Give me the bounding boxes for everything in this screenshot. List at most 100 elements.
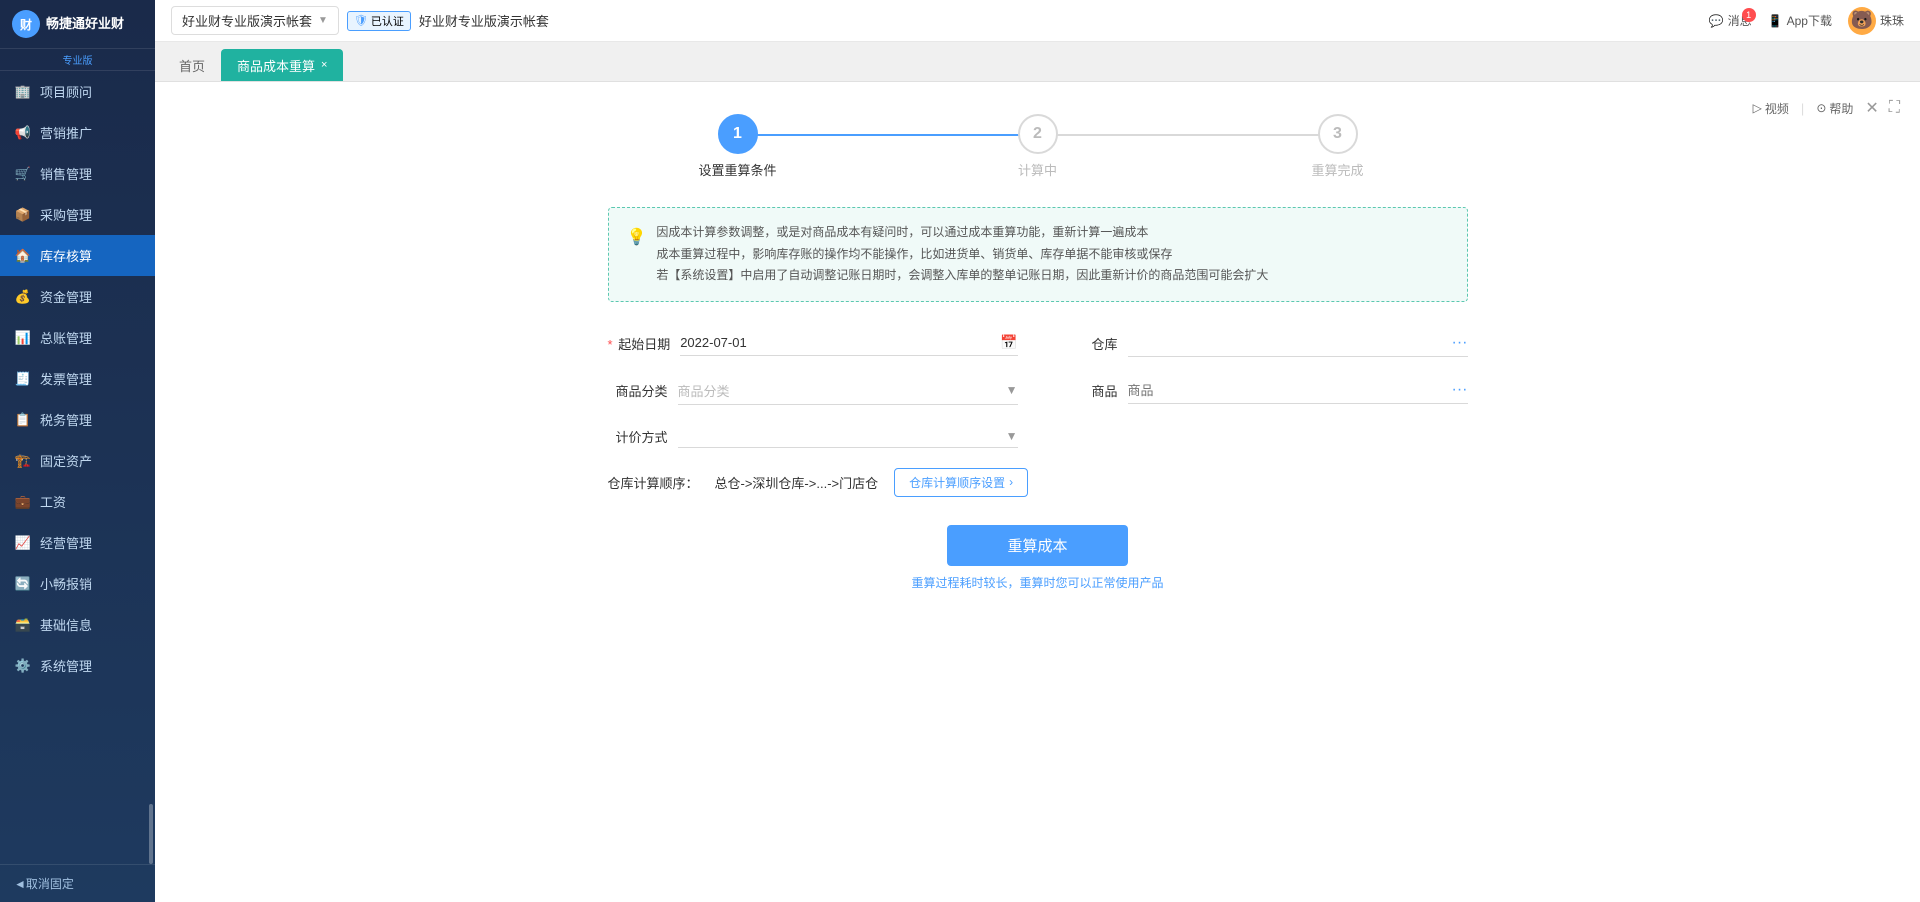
category-chevron-icon: ▼ [1006, 383, 1018, 397]
window-controls: ✕ ⛶ [1865, 98, 1900, 118]
category-label: 商品分类 [608, 381, 668, 400]
warehouse-input[interactable] [1128, 335, 1452, 350]
sidebar-item-base[interactable]: 🗃️ 基础信息 [0, 604, 155, 645]
calendar-icon[interactable]: 📅 [1000, 334, 1017, 351]
step-circle-2: 2 [1018, 114, 1058, 154]
sidebar-label-sales: 销售管理 [40, 164, 92, 183]
sidebar-label-tax: 税务管理 [40, 410, 92, 429]
goods-input-wrap[interactable]: ··· [1128, 377, 1468, 404]
goods-dots-button[interactable]: ··· [1452, 381, 1468, 399]
sidebar-item-system[interactable]: ⚙️ 系统管理 [0, 645, 155, 686]
sidebar-icon-invoice: 🧾 [14, 370, 32, 388]
maximize-button[interactable]: ⛶ [1889, 99, 1900, 117]
step-label-3: 重算完成 [1311, 160, 1363, 179]
logo-icon: 财 [12, 10, 40, 38]
sidebar-item-purchase[interactable]: 📦 采购管理 [0, 194, 155, 235]
recalculate-button[interactable]: 重算成本 [947, 525, 1127, 566]
sidebar-label-inventory: 库存核算 [40, 246, 92, 265]
sidebar-icon-accounting: 📊 [14, 329, 32, 347]
form-row-2: 商品分类 商品分类 ▼ 商品 ··· [608, 377, 1468, 405]
sidebar-label-purchase: 采购管理 [40, 205, 92, 224]
topbar-company-name: 好业财专业版演示帐套 [419, 11, 549, 30]
sidebar-item-assets[interactable]: 🏗️ 固定资产 [0, 440, 155, 481]
verified-badge: 🛡 已认证 [347, 11, 411, 31]
sidebar-icon-purchase: 📦 [14, 206, 32, 224]
sidebar-item-accounting[interactable]: 📊 总账管理 [0, 317, 155, 358]
start-date-field: * 起始日期 📅 [608, 330, 1018, 356]
sidebar-item-project[interactable]: 🏢 项目顾问 [0, 71, 155, 112]
sidebar-icon-sales: 🛒 [14, 165, 32, 183]
message-badge: 1 [1742, 8, 1756, 22]
sidebar-edition: 专业版 [0, 49, 155, 71]
close-button[interactable]: ✕ [1865, 98, 1878, 118]
company-select[interactable]: 好业财专业版演示帐套 ▼ [171, 6, 339, 35]
step-3: 3 重算完成 [1188, 114, 1488, 179]
start-date-input-wrap[interactable]: 📅 [680, 330, 1017, 356]
sidebar-label-accounting: 总账管理 [40, 328, 92, 347]
notice-line: 因成本计算参数调整，或是对商品成本有疑问时，可以通过成本重算功能，重新计算一遍成… [656, 222, 1268, 244]
sidebar-item-inventory[interactable]: 🏠 库存核算 [0, 235, 155, 276]
sidebar-unpin-button[interactable]: ◄取消固定 [0, 864, 155, 902]
sidebar-item-tax[interactable]: 📋 税务管理 [0, 399, 155, 440]
pricing-select[interactable]: ▼ [678, 425, 1018, 448]
sidebar-item-operations[interactable]: 📈 经营管理 [0, 522, 155, 563]
warehouse-input-wrap[interactable]: ··· [1128, 330, 1468, 357]
sidebar-icon-inventory: 🏠 [14, 247, 32, 265]
main-content: 好业财专业版演示帐套 ▼ 🛡 已认证 好业财专业版演示帐套 💬 消息 1 📱 A… [155, 0, 1920, 902]
category-value: 商品分类 [678, 381, 1006, 400]
tab-home[interactable]: 首页 [163, 49, 221, 81]
goods-input[interactable] [1128, 383, 1452, 398]
phone-icon: 📱 [1768, 14, 1783, 28]
step-1: 1 设置重算条件 [588, 114, 888, 179]
sidebar-item-invoice[interactable]: 🧾 发票管理 [0, 358, 155, 399]
sidebar-label-expense: 小畅报销 [40, 574, 92, 593]
topbar-left: 好业财专业版演示帐套 ▼ 🛡 已认证 好业财专业版演示帐套 [171, 6, 549, 35]
sidebar-label-payroll: 工资 [40, 492, 66, 511]
help-link[interactable]: ⊙ 帮助 [1816, 100, 1853, 117]
sidebar-icon-tax: 📋 [14, 411, 32, 429]
message-button[interactable]: 💬 消息 1 [1709, 12, 1752, 29]
topbar: 好业财专业版演示帐套 ▼ 🛡 已认证 好业财专业版演示帐套 💬 消息 1 📱 A… [155, 0, 1920, 42]
pricing-field: 计价方式 ▼ [608, 425, 1018, 448]
warehouse-order-label: 仓库计算顺序： [608, 473, 699, 492]
step-circle-1: 1 [718, 114, 758, 154]
submit-hint: 重算过程耗时较长，重算时您可以正常使用产品 [608, 574, 1468, 591]
user-avatar-button[interactable]: 🐻 珠珠 [1848, 7, 1904, 35]
sidebar-label-project: 项目顾问 [40, 82, 92, 101]
app-download-button[interactable]: 📱 App下载 [1768, 12, 1832, 29]
sidebar-icon-assets: 🏗️ [14, 452, 32, 470]
tab-close-recalc[interactable]: × [321, 59, 327, 71]
goods-field: 商品 ··· [1058, 377, 1468, 404]
warehouse-order-row: 仓库计算顺序： 总仓->深圳仓库->...->门店仓 仓库计算顺序设置 › [608, 468, 1468, 497]
sidebar-label-operations: 经营管理 [40, 533, 92, 552]
sidebar-icon-operations: 📈 [14, 534, 32, 552]
tab-label-home: 首页 [179, 56, 205, 75]
sidebar-item-finance[interactable]: 💰 资金管理 [0, 276, 155, 317]
tab-recalc[interactable]: 商品成本重算× [221, 49, 343, 81]
sidebar-logo: 财 畅捷通好业财 [0, 0, 155, 49]
sidebar: 财 畅捷通好业财 专业版 🏢 项目顾问 📢 营销推广 🛒 销售管理 📦 采购管理… [0, 0, 155, 902]
sidebar-icon-project: 🏢 [14, 83, 32, 101]
video-link[interactable]: ▷ 视频 [1753, 100, 1789, 117]
sidebar-label-system: 系统管理 [40, 656, 92, 675]
sidebar-icon-finance: 💰 [14, 288, 32, 306]
submit-area: 重算成本 重算过程耗时较长，重算时您可以正常使用产品 [608, 525, 1468, 591]
start-date-input[interactable] [680, 335, 1000, 350]
shield-icon: 🛡 [354, 14, 368, 27]
sidebar-item-payroll[interactable]: 💼 工资 [0, 481, 155, 522]
sidebar-item-sales[interactable]: 🛒 销售管理 [0, 153, 155, 194]
sidebar-label-finance: 资金管理 [40, 287, 92, 306]
step-2: 2 计算中 [888, 114, 1188, 179]
sidebar-label-assets: 固定资产 [40, 451, 92, 470]
warehouse-order-settings-button[interactable]: 仓库计算顺序设置 › [894, 468, 1028, 497]
sidebar-item-marketing[interactable]: 📢 营销推广 [0, 112, 155, 153]
company-select-value: 好业财专业版演示帐套 [182, 11, 312, 30]
warehouse-label: 仓库 [1058, 334, 1118, 353]
avatar: 🐻 [1848, 7, 1876, 35]
goods-label: 商品 [1058, 381, 1118, 400]
category-select[interactable]: 商品分类 ▼ [678, 377, 1018, 405]
steps-indicator: 1 设置重算条件 2 计算中 3 重算完成 [588, 106, 1488, 179]
warehouse-dots-button[interactable]: ··· [1452, 334, 1468, 352]
sidebar-item-expense[interactable]: 🔄 小畅报销 [0, 563, 155, 604]
start-date-label: * 起始日期 [608, 334, 671, 353]
